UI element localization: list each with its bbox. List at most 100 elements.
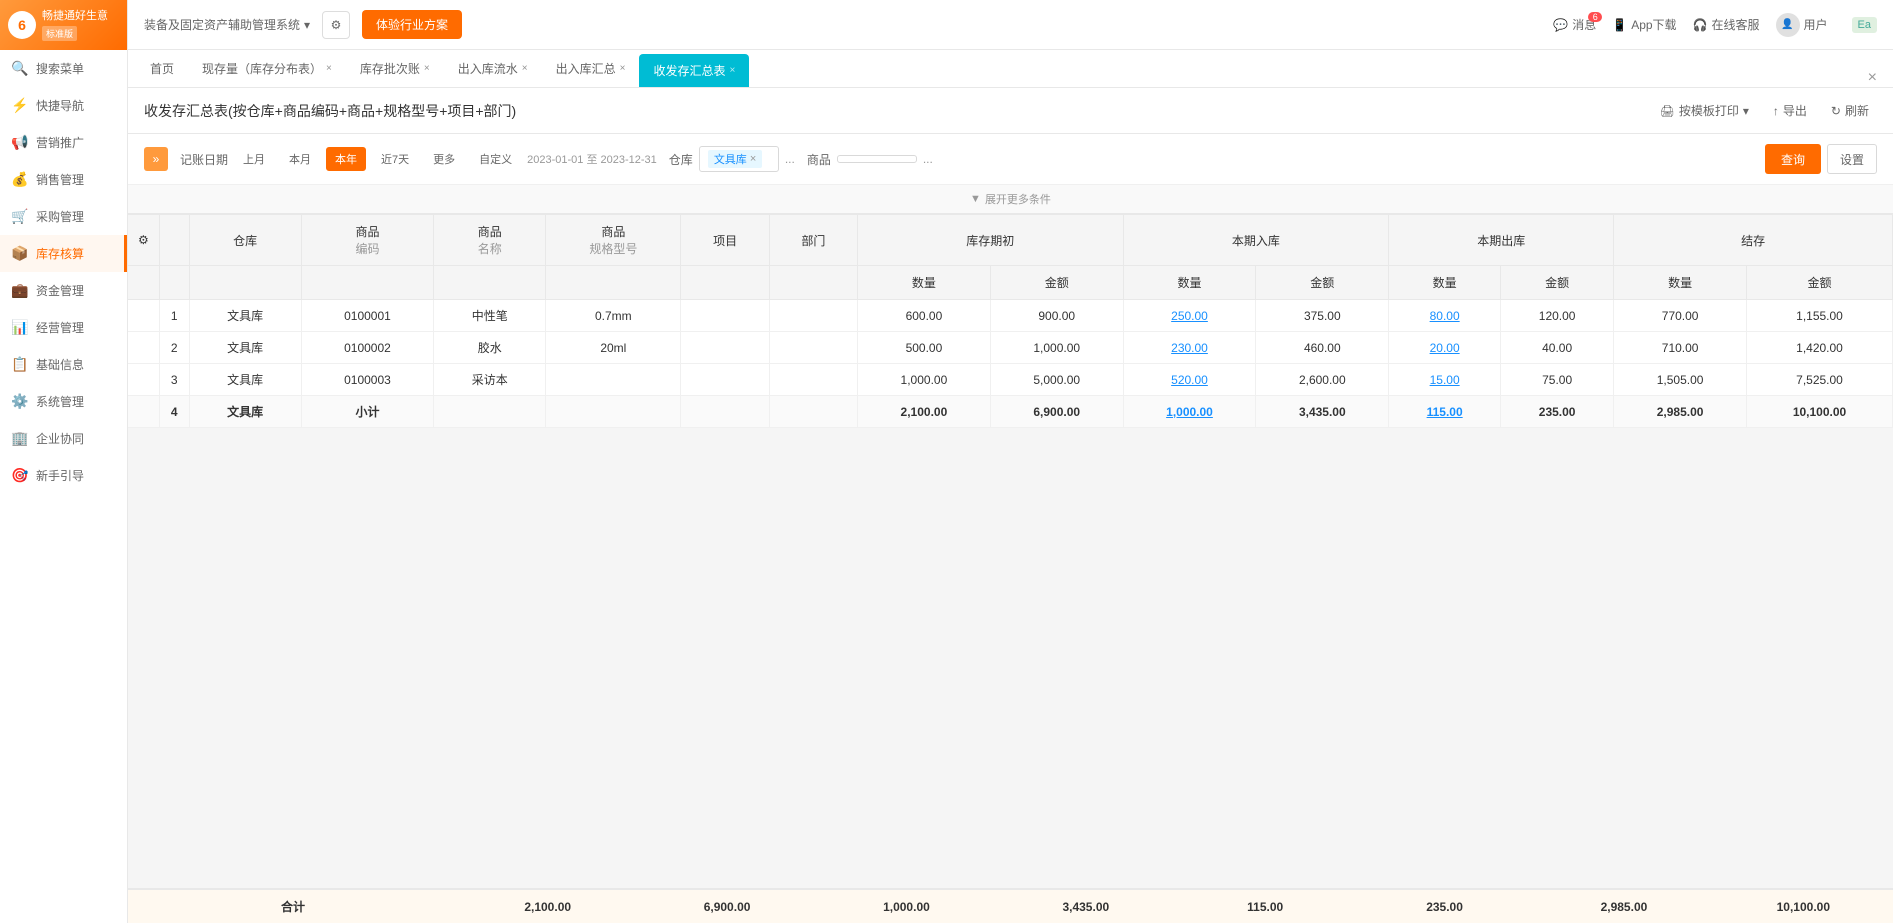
tab-label: 收发存汇总表: [653, 62, 725, 79]
user-button[interactable]: 👤 用户: [1776, 13, 1828, 37]
row-in-amt: 2,600.00: [1256, 364, 1389, 396]
row-open-qty: 600.00: [858, 300, 991, 332]
subtotal-bal-qty: 2,985.00: [1614, 396, 1747, 428]
sidebar-item-inventory[interactable]: 📦 库存核算: [0, 235, 127, 272]
sidebar-item-finance[interactable]: 💼 资金管理: [0, 272, 127, 309]
table-row: 1 文具库 0100001 中性笔 0.7mm 600.00 900.00 25…: [128, 300, 1893, 332]
export-button[interactable]: ↑ 导出: [1765, 98, 1815, 123]
row-spec: 20ml: [546, 332, 681, 364]
settings-button[interactable]: ⚙: [322, 11, 350, 39]
sales-icon: 💰: [12, 172, 28, 188]
sidebar-item-label: 经营管理: [36, 319, 84, 336]
sidebar-item-search[interactable]: 🔍 搜索菜单: [0, 50, 127, 87]
tab-close-icon[interactable]: ×: [620, 63, 626, 74]
tab-inventory-dist[interactable]: 现存量（库存分布表） ×: [188, 52, 346, 87]
sidebar-item-basic-info[interactable]: 📋 基础信息: [0, 346, 127, 383]
goods-more-dots[interactable]: ...: [923, 152, 933, 166]
sidebar-item-marketing[interactable]: 📢 营销推广: [0, 124, 127, 161]
column-settings-icon[interactable]: ⚙: [138, 233, 149, 247]
row-no: 1: [159, 300, 189, 332]
app-logo: 6 畅捷通好生意 标准版: [0, 0, 127, 50]
filter-bar: » 记账日期 上月 本月 本年 近7天 更多 自定义 2023-01-01 至 …: [128, 134, 1893, 185]
export-label: 导出: [1783, 102, 1807, 119]
new-guide-icon: 🎯: [12, 468, 28, 484]
row-out-qty[interactable]: 80.00: [1389, 300, 1501, 332]
tab-label: 库存批次账: [360, 60, 420, 77]
sidebar-item-new-guide[interactable]: 🎯 新手引导: [0, 457, 127, 494]
app-download-label: App下载: [1631, 16, 1676, 33]
tab-batch[interactable]: 库存批次账 ×: [346, 52, 444, 87]
row-bal-amt: 1,155.00: [1747, 300, 1893, 332]
warehouse-more-dots[interactable]: ...: [785, 152, 795, 166]
row-in-qty[interactable]: 250.00: [1123, 300, 1256, 332]
online-service-button[interactable]: 🎧 在线客服: [1693, 16, 1760, 33]
sidebar-item-label: 企业协同: [36, 430, 84, 447]
date-this-year[interactable]: 本年: [326, 147, 366, 171]
tab-home[interactable]: 首页: [136, 52, 188, 87]
row-no: 2: [159, 332, 189, 364]
gear-icon: ⚙: [331, 18, 342, 32]
query-button[interactable]: 查询: [1765, 144, 1821, 174]
refresh-button[interactable]: ↻ 刷新: [1823, 98, 1877, 123]
subtotal-out-qty[interactable]: 115.00: [1389, 396, 1501, 428]
refresh-label: 刷新: [1845, 102, 1869, 119]
app-download-button[interactable]: 📱 App下载: [1612, 16, 1676, 33]
trial-button[interactable]: 体验行业方案: [362, 10, 462, 39]
row-dept: [769, 332, 857, 364]
close-all-tabs-button[interactable]: ×: [1860, 69, 1885, 87]
row-in-qty[interactable]: 230.00: [1123, 332, 1256, 364]
row-code: 0100003: [301, 364, 434, 396]
filter-expand-button[interactable]: »: [144, 147, 168, 171]
tab-home-label: 首页: [150, 60, 174, 77]
print-button[interactable]: 🖨 按模板打印 ▾: [1652, 98, 1757, 123]
footer-bal-qty: 2,985.00: [1534, 900, 1713, 914]
system-icon: ⚙️: [12, 394, 28, 410]
tab-label: 出入库流水: [458, 60, 518, 77]
tab-close-icon[interactable]: ×: [522, 63, 528, 74]
date-more[interactable]: 更多: [424, 147, 464, 171]
dropdown-arrow-icon: ▾: [304, 18, 310, 32]
table-header-code: 商品编码: [301, 215, 434, 266]
sidebar-item-operations[interactable]: 📊 经营管理: [0, 309, 127, 346]
table-header-balance: 结存: [1614, 215, 1893, 266]
date-this-month[interactable]: 本月: [280, 147, 320, 171]
row-project: [681, 300, 769, 332]
row-in-qty[interactable]: 520.00: [1123, 364, 1256, 396]
expand-more-label: 展开更多条件: [985, 191, 1051, 207]
sidebar-item-label: 资金管理: [36, 282, 84, 299]
tab-close-icon[interactable]: ×: [424, 63, 430, 74]
warehouse-tag-close[interactable]: ×: [750, 153, 756, 165]
tab-inout-summary[interactable]: 出入库汇总 ×: [542, 52, 640, 87]
logo-text: 畅捷通好生意: [42, 9, 108, 23]
row-out-qty[interactable]: 15.00: [1389, 364, 1501, 396]
table-subheader-bal-amt: 金额: [1747, 266, 1893, 300]
headset-icon: 🎧: [1693, 18, 1708, 32]
goods-input[interactable]: [837, 155, 917, 163]
system-title-dropdown[interactable]: 装备及固定资产辅助管理系统 ▾: [144, 16, 310, 33]
expand-more-button[interactable]: ▼ 展开更多条件: [970, 191, 1051, 207]
sidebar-item-sales[interactable]: 💰 销售管理: [0, 161, 127, 198]
sidebar-item-purchase[interactable]: 🛒 采购管理: [0, 198, 127, 235]
sidebar-item-enterprise[interactable]: 🏢 企业协同: [0, 420, 127, 457]
settings-button[interactable]: 设置: [1827, 144, 1877, 174]
footer-in-amt: 3,435.00: [996, 900, 1175, 914]
warehouse-tag-container[interactable]: 文具库 ×: [699, 146, 779, 172]
sidebar-item-system[interactable]: ⚙️ 系统管理: [0, 383, 127, 420]
row-out-qty[interactable]: 20.00: [1389, 332, 1501, 364]
table-col-settings[interactable]: ⚙: [128, 215, 159, 266]
date-7days[interactable]: 近7天: [372, 147, 418, 171]
subtotal-bal-amt: 10,100.00: [1747, 396, 1893, 428]
date-custom[interactable]: 自定义: [470, 147, 521, 171]
tab-close-icon[interactable]: ×: [326, 63, 332, 74]
sidebar-item-label: 系统管理: [36, 393, 84, 410]
message-button[interactable]: 💬 消息 6: [1553, 16, 1596, 33]
footer-out-amt: 235.00: [1355, 900, 1534, 914]
tab-close-icon[interactable]: ×: [729, 65, 735, 76]
sidebar-item-quick-nav[interactable]: ⚡ 快捷导航: [0, 87, 127, 124]
tab-flow[interactable]: 出入库流水 ×: [444, 52, 542, 87]
subtotal-warehouse: 文具库: [189, 396, 301, 428]
subtotal-in-amt: 3,435.00: [1256, 396, 1389, 428]
tab-receive-summary[interactable]: 收发存汇总表 ×: [639, 54, 749, 87]
subtotal-in-qty[interactable]: 1,000.00: [1123, 396, 1256, 428]
date-last-month[interactable]: 上月: [234, 147, 274, 171]
